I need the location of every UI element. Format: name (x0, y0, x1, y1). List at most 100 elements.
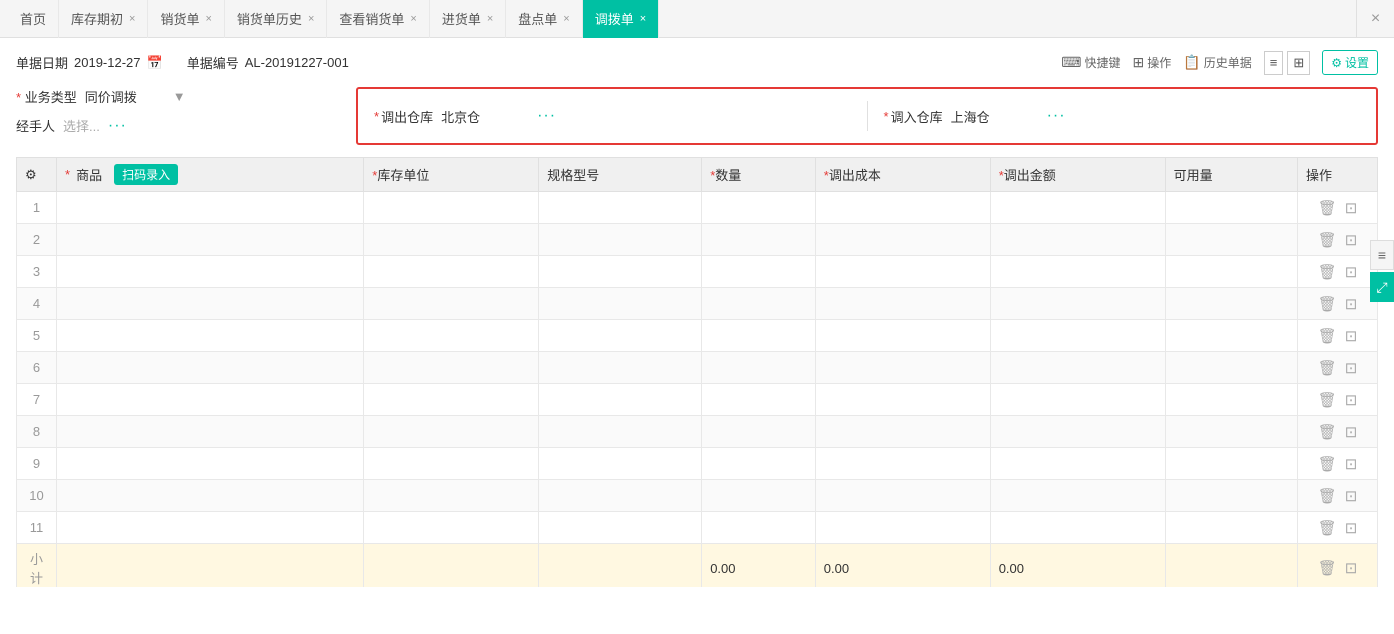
cell-cost[interactable] (815, 480, 990, 512)
cell-available[interactable] (1165, 224, 1297, 256)
cell-amount[interactable] (990, 192, 1165, 224)
cell-spec[interactable] (539, 224, 702, 256)
delete-icon[interactable]: 🗑 (1318, 231, 1337, 249)
cell-product[interactable] (57, 224, 364, 256)
delete-icon[interactable]: 🗑 (1318, 263, 1337, 281)
copy-icon[interactable]: ⊡ (1345, 359, 1358, 377)
cell-amount[interactable] (990, 352, 1165, 384)
sidebar-list-btn[interactable]: ≡ (1370, 240, 1394, 270)
cell-qty[interactable] (702, 384, 816, 416)
tab-sales-order[interactable]: 销货单× (148, 0, 224, 38)
cell-product[interactable] (57, 192, 364, 224)
copy-icon[interactable]: ⊡ (1345, 327, 1358, 345)
cell-unit[interactable] (364, 512, 539, 544)
cell-product[interactable] (57, 480, 364, 512)
dropdown-arrow-icon[interactable]: ▼ (173, 89, 186, 104)
copy-icon[interactable]: ⊡ (1345, 391, 1358, 409)
operate-button[interactable]: ⊞ 操作 (1133, 54, 1172, 71)
cell-cost[interactable] (815, 224, 990, 256)
copy-icon[interactable]: ⊡ (1345, 295, 1358, 313)
cell-qty[interactable] (702, 224, 816, 256)
tab-close-icon[interactable]: × (308, 13, 314, 25)
cell-qty[interactable] (702, 480, 816, 512)
delete-icon[interactable]: 🗑 (1318, 327, 1337, 345)
business-type-dropdown[interactable]: 同价调拨 ▼ (85, 87, 186, 106)
cell-cost[interactable] (815, 352, 990, 384)
cell-spec[interactable] (539, 256, 702, 288)
cell-unit[interactable] (364, 352, 539, 384)
warehouse-in-dots-button[interactable]: ··· (1047, 107, 1066, 125)
cell-cost[interactable] (815, 416, 990, 448)
cell-unit[interactable] (364, 416, 539, 448)
cell-spec[interactable] (539, 320, 702, 352)
delete-icon[interactable]: 🗑 (1318, 295, 1337, 313)
cell-unit[interactable] (364, 256, 539, 288)
cell-unit[interactable] (364, 384, 539, 416)
cell-unit[interactable] (364, 320, 539, 352)
tab-close-icon[interactable]: × (205, 13, 211, 25)
cell-amount[interactable] (990, 320, 1165, 352)
cell-unit[interactable] (364, 224, 539, 256)
cell-amount[interactable] (990, 416, 1165, 448)
cell-available[interactable] (1165, 256, 1297, 288)
handler-input[interactable]: 选择... (63, 116, 100, 135)
cell-product[interactable] (57, 384, 364, 416)
copy-icon[interactable]: ⊡ (1345, 263, 1358, 281)
cell-spec[interactable] (539, 480, 702, 512)
cell-available[interactable] (1165, 416, 1297, 448)
cell-amount[interactable] (990, 448, 1165, 480)
cell-amount[interactable] (990, 288, 1165, 320)
delete-icon[interactable]: 🗑 (1318, 423, 1337, 441)
cell-amount[interactable] (990, 384, 1165, 416)
delete-icon[interactable]: 🗑 (1318, 359, 1337, 377)
cell-qty[interactable] (702, 352, 816, 384)
cell-product[interactable] (57, 288, 364, 320)
sidebar-expand-btn[interactable]: ⤢ (1370, 272, 1394, 302)
cell-unit[interactable] (364, 480, 539, 512)
view-grid-button[interactable]: ⊞ (1287, 51, 1310, 75)
copy-icon[interactable]: ⊡ (1345, 455, 1358, 473)
cell-spec[interactable] (539, 448, 702, 480)
cell-qty[interactable] (702, 512, 816, 544)
tab-inventory-check[interactable]: 盘点单× (506, 0, 582, 38)
tab-purchase-order[interactable]: 进货单× (430, 0, 506, 38)
calendar-icon[interactable]: 📅 (147, 55, 163, 71)
tab-view-sales[interactable]: 查看销货单× (327, 0, 429, 38)
view-list-button[interactable]: ≡ (1264, 51, 1284, 75)
cell-spec[interactable] (539, 512, 702, 544)
cell-unit[interactable] (364, 288, 539, 320)
cell-available[interactable] (1165, 288, 1297, 320)
settings-button[interactable]: ⚙ 设置 (1322, 50, 1378, 75)
copy-icon[interactable]: ⊡ (1345, 487, 1358, 505)
history-button[interactable]: 📋 历史单据 (1183, 54, 1251, 71)
tab-close-icon[interactable]: × (563, 13, 569, 25)
cell-qty[interactable] (702, 192, 816, 224)
tab-sales-history[interactable]: 销货单历史× (225, 0, 327, 38)
delete-icon[interactable]: 🗑 (1318, 487, 1337, 505)
handler-dots-button[interactable]: ··· (108, 117, 127, 135)
cell-cost[interactable] (815, 320, 990, 352)
cell-available[interactable] (1165, 480, 1297, 512)
window-close-button[interactable]: × (1356, 0, 1394, 38)
cell-product[interactable] (57, 352, 364, 384)
cell-cost[interactable] (815, 384, 990, 416)
subtotal-copy-icon[interactable]: ⊡ (1345, 559, 1358, 577)
cell-unit[interactable] (364, 192, 539, 224)
cell-spec[interactable] (539, 384, 702, 416)
cell-qty[interactable] (702, 416, 816, 448)
cell-available[interactable] (1165, 448, 1297, 480)
cell-qty[interactable] (702, 256, 816, 288)
th-gear[interactable]: ⚙ (17, 158, 57, 192)
cell-available[interactable] (1165, 192, 1297, 224)
cell-spec[interactable] (539, 352, 702, 384)
cell-available[interactable] (1165, 384, 1297, 416)
copy-icon[interactable]: ⊡ (1345, 199, 1358, 217)
cell-unit[interactable] (364, 448, 539, 480)
tab-inventory-init[interactable]: 库存期初× (59, 0, 148, 38)
cell-amount[interactable] (990, 256, 1165, 288)
cell-cost[interactable] (815, 256, 990, 288)
cell-product[interactable] (57, 320, 364, 352)
cell-qty[interactable] (702, 288, 816, 320)
cell-available[interactable] (1165, 352, 1297, 384)
tab-transfer-order[interactable]: 调拨单× (583, 0, 659, 38)
